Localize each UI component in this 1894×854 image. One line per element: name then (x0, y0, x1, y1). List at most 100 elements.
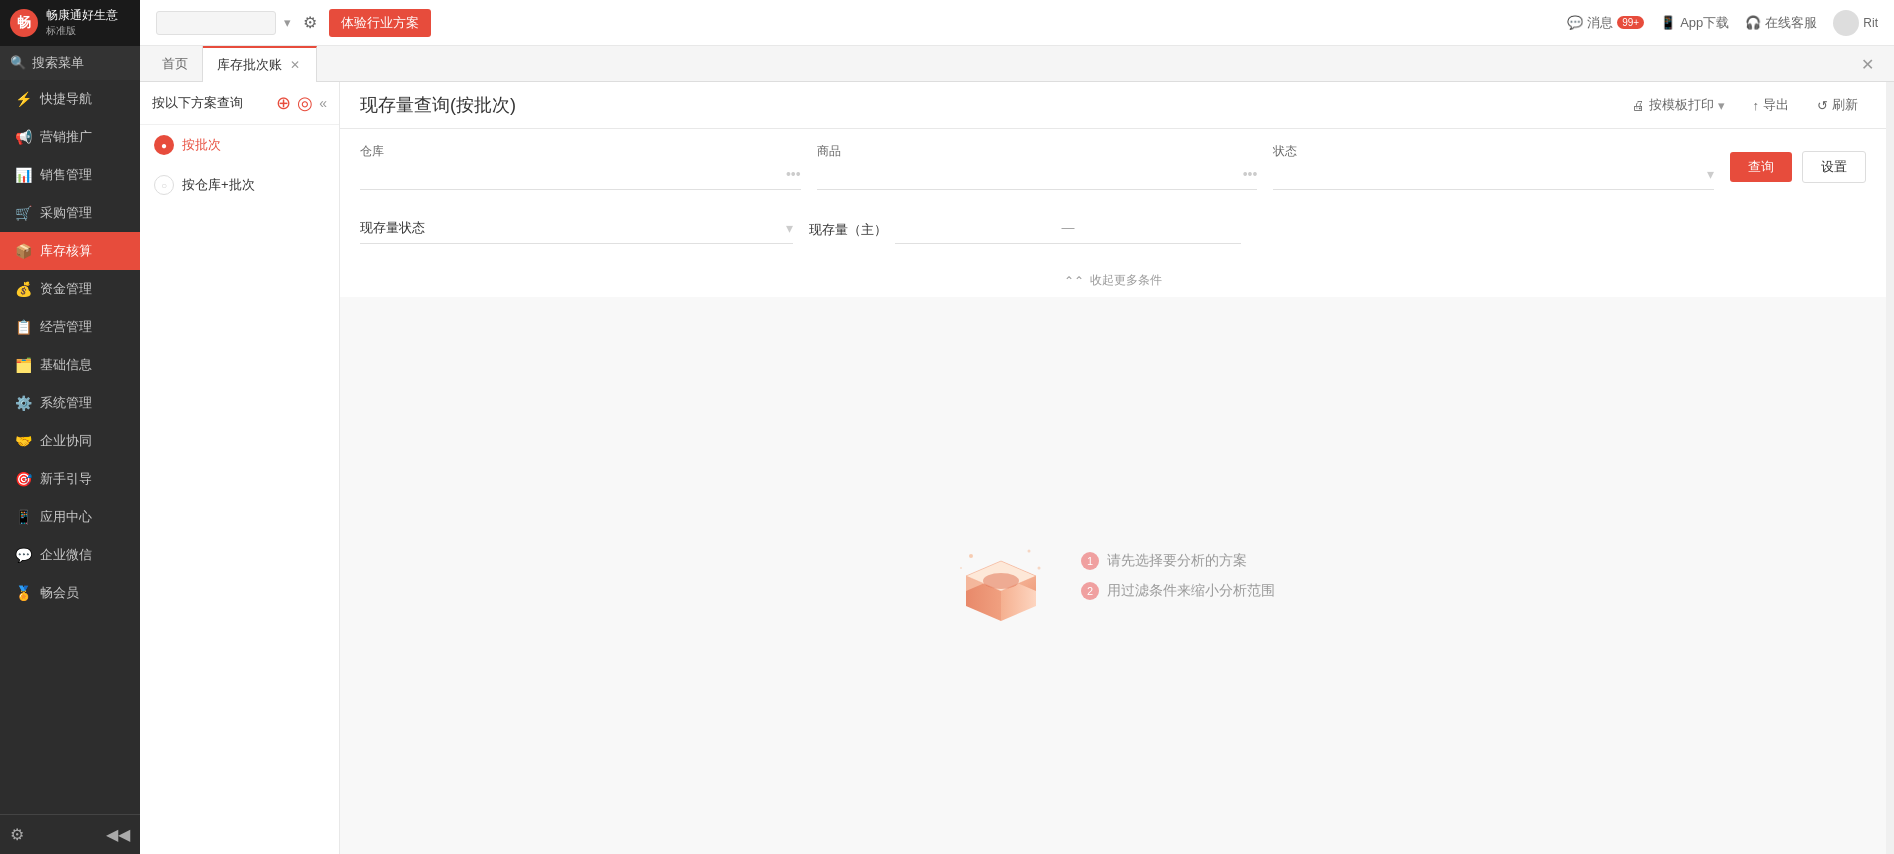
svg-point-9 (960, 567, 962, 569)
sidebar-item-purchase[interactable]: 🛒 采购管理 (0, 194, 140, 232)
collapse-label: 收起更多条件 (1090, 272, 1162, 289)
sidebar-item-finance[interactable]: 💰 资金管理 (0, 270, 140, 308)
close-page-icon[interactable]: ✕ (1861, 54, 1874, 73)
sales-icon: 📊 (14, 166, 32, 184)
settings-icon[interactable]: ⚙ (10, 825, 24, 844)
setting-button[interactable]: 设置 (1802, 151, 1866, 183)
sidebar-item-label: 库存核算 (40, 242, 92, 260)
apps-icon: 📱 (14, 508, 32, 526)
warehouse-label: 仓库 (360, 143, 801, 160)
tab-home-label: 首页 (162, 55, 188, 73)
tab-inventory-batch[interactable]: 库存批次账 ✕ (203, 46, 317, 82)
app-download-label: App下载 (1680, 14, 1729, 32)
left-panel-tools: ⊕ ◎ « (276, 92, 327, 114)
tab-home[interactable]: 首页 (148, 46, 203, 82)
sidebar-search[interactable]: 🔍 搜索菜单 (0, 46, 140, 80)
stock-status-dropdown-icon[interactable]: ▾ (786, 220, 793, 236)
empty-text: 1 请先选择要分析的方案 2 用过滤条件来缩小分析范围 (1081, 552, 1275, 600)
topbar-search-input[interactable] (156, 11, 276, 35)
collapse-sidebar-icon[interactable]: ◀◀ (106, 825, 130, 844)
inventory-icon: 📦 (14, 242, 32, 260)
sidebar-item-marketing[interactable]: 📢 营销推广 (0, 118, 140, 156)
page-title: 现存量查询(按批次) (360, 93, 516, 117)
sidebar-item-inventory[interactable]: 📦 库存核算 (0, 232, 140, 270)
print-dropdown-icon[interactable]: ▾ (1718, 98, 1725, 113)
sidebar-item-sales[interactable]: 📊 销售管理 (0, 156, 140, 194)
status-dropdown-icon[interactable]: ▾ (1707, 166, 1714, 182)
tab-inventory-batch-label: 库存批次账 (217, 56, 282, 74)
query-button[interactable]: 查询 (1730, 152, 1792, 182)
sidebar-item-newbie[interactable]: 🎯 新手引导 (0, 460, 140, 498)
sidebar-item-label: 资金管理 (40, 280, 92, 298)
sidebar-item-label: 企业协同 (40, 432, 92, 450)
online-service-button[interactable]: 🎧 在线客服 (1745, 14, 1817, 32)
product-more-icon[interactable]: ••• (1243, 166, 1258, 182)
stock-status-input[interactable] (433, 216, 793, 239)
sidebar-item-quick-nav[interactable]: ⚡ 快捷导航 (0, 80, 140, 118)
sidebar-item-member[interactable]: 🏅 畅会员 (0, 574, 140, 612)
sidebar-item-basic[interactable]: 🗂️ 基础信息 (0, 346, 140, 384)
system-icon: ⚙️ (14, 394, 32, 412)
hint-2-num: 2 (1081, 582, 1099, 600)
sidebar-item-corp[interactable]: 🤝 企业协同 (0, 422, 140, 460)
tab-close-icon[interactable]: ✕ (288, 58, 302, 72)
hint-1-num: 1 (1081, 552, 1099, 570)
add-plan-icon[interactable]: ⊕ (276, 92, 291, 114)
page-area: 按以下方案查询 ⊕ ◎ « ● 按批次 ○ 按仓库+批次 现存量查询(按批次) (140, 82, 1894, 854)
plan-warehouse-batch-label: 按仓库+批次 (182, 176, 255, 194)
plan-inactive-icon: ○ (154, 175, 174, 195)
newbie-icon: 🎯 (14, 470, 32, 488)
logo-icon: 畅 (10, 9, 38, 37)
plan-item-warehouse-batch[interactable]: ○ 按仓库+批次 (140, 165, 339, 205)
filter-row-2: 现存量状态 ▾ 现存量（主） (360, 216, 1866, 244)
warehouse-input[interactable] (360, 162, 786, 185)
sidebar-item-label: 新手引导 (40, 470, 92, 488)
svg-point-8 (1038, 566, 1041, 569)
sidebar-item-apps[interactable]: 📱 应用中心 (0, 498, 140, 536)
topbar-dropdown-icon[interactable]: ▾ (284, 15, 291, 30)
plan-item-batch[interactable]: ● 按批次 (140, 125, 339, 165)
basic-icon: 🗂️ (14, 356, 32, 374)
status-filter-group: 状态 ▾ (1273, 143, 1714, 190)
search-icon: 🔍 (10, 55, 26, 70)
filter-area: 仓库 ••• 商品 ••• (340, 129, 1886, 297)
status-input[interactable] (1273, 162, 1707, 185)
hint-1-text: 请先选择要分析的方案 (1107, 552, 1247, 570)
product-input[interactable] (817, 162, 1243, 185)
product-label: 商品 (817, 143, 1258, 160)
warehouse-more-icon[interactable]: ••• (786, 166, 801, 182)
sidebar-item-label: 系统管理 (40, 394, 92, 412)
messages-button[interactable]: 💬 消息 99+ (1567, 14, 1644, 32)
settings-plan-icon[interactable]: ◎ (297, 92, 313, 114)
left-panel: 按以下方案查询 ⊕ ◎ « ● 按批次 ○ 按仓库+批次 (140, 82, 340, 854)
sidebar-item-label: 应用中心 (40, 508, 92, 526)
refresh-button[interactable]: ↺ 刷新 (1809, 92, 1866, 118)
topbar-gear-icon[interactable]: ⚙ (303, 13, 317, 32)
trial-button[interactable]: 体验行业方案 (329, 9, 431, 37)
headset-icon: 🎧 (1745, 15, 1761, 30)
sidebar-item-label: 销售管理 (40, 166, 92, 184)
operation-icon: 📋 (14, 318, 32, 336)
product-filter-group: 商品 ••• (817, 143, 1258, 190)
user-profile[interactable]: Rit (1833, 10, 1878, 36)
stock-amount-max-input[interactable] (1079, 216, 1242, 239)
plan-batch-label: 按批次 (182, 136, 221, 154)
app-download-button[interactable]: 📱 App下载 (1660, 14, 1729, 32)
sidebar-item-system[interactable]: ⚙️ 系统管理 (0, 384, 140, 422)
sidebar-item-operation[interactable]: 📋 经营管理 (0, 308, 140, 346)
sidebar-item-wechat[interactable]: 💬 企业微信 (0, 536, 140, 574)
collapse-left-panel-icon[interactable]: « (319, 95, 327, 111)
export-button[interactable]: ↑ 导出 (1745, 92, 1798, 118)
collapse-more-button[interactable]: ⌃⌃ 收起更多条件 (360, 264, 1866, 297)
empty-hint-1: 1 请先选择要分析的方案 (1081, 552, 1275, 570)
sidebar-item-label: 快捷导航 (40, 90, 92, 108)
stock-amount-min-input[interactable] (895, 216, 1058, 239)
print-icon: 🖨 (1632, 98, 1645, 113)
print-button[interactable]: 🖨 按模板打印 ▾ (1624, 92, 1733, 118)
right-scrollbar[interactable] (1886, 82, 1894, 854)
marketing-icon: 📢 (14, 128, 32, 146)
empty-state: 1 请先选择要分析的方案 2 用过滤条件来缩小分析范围 (340, 297, 1886, 854)
sidebar-item-label: 经营管理 (40, 318, 92, 336)
search-label: 搜索菜单 (32, 54, 84, 72)
export-icon: ↑ (1753, 98, 1760, 113)
